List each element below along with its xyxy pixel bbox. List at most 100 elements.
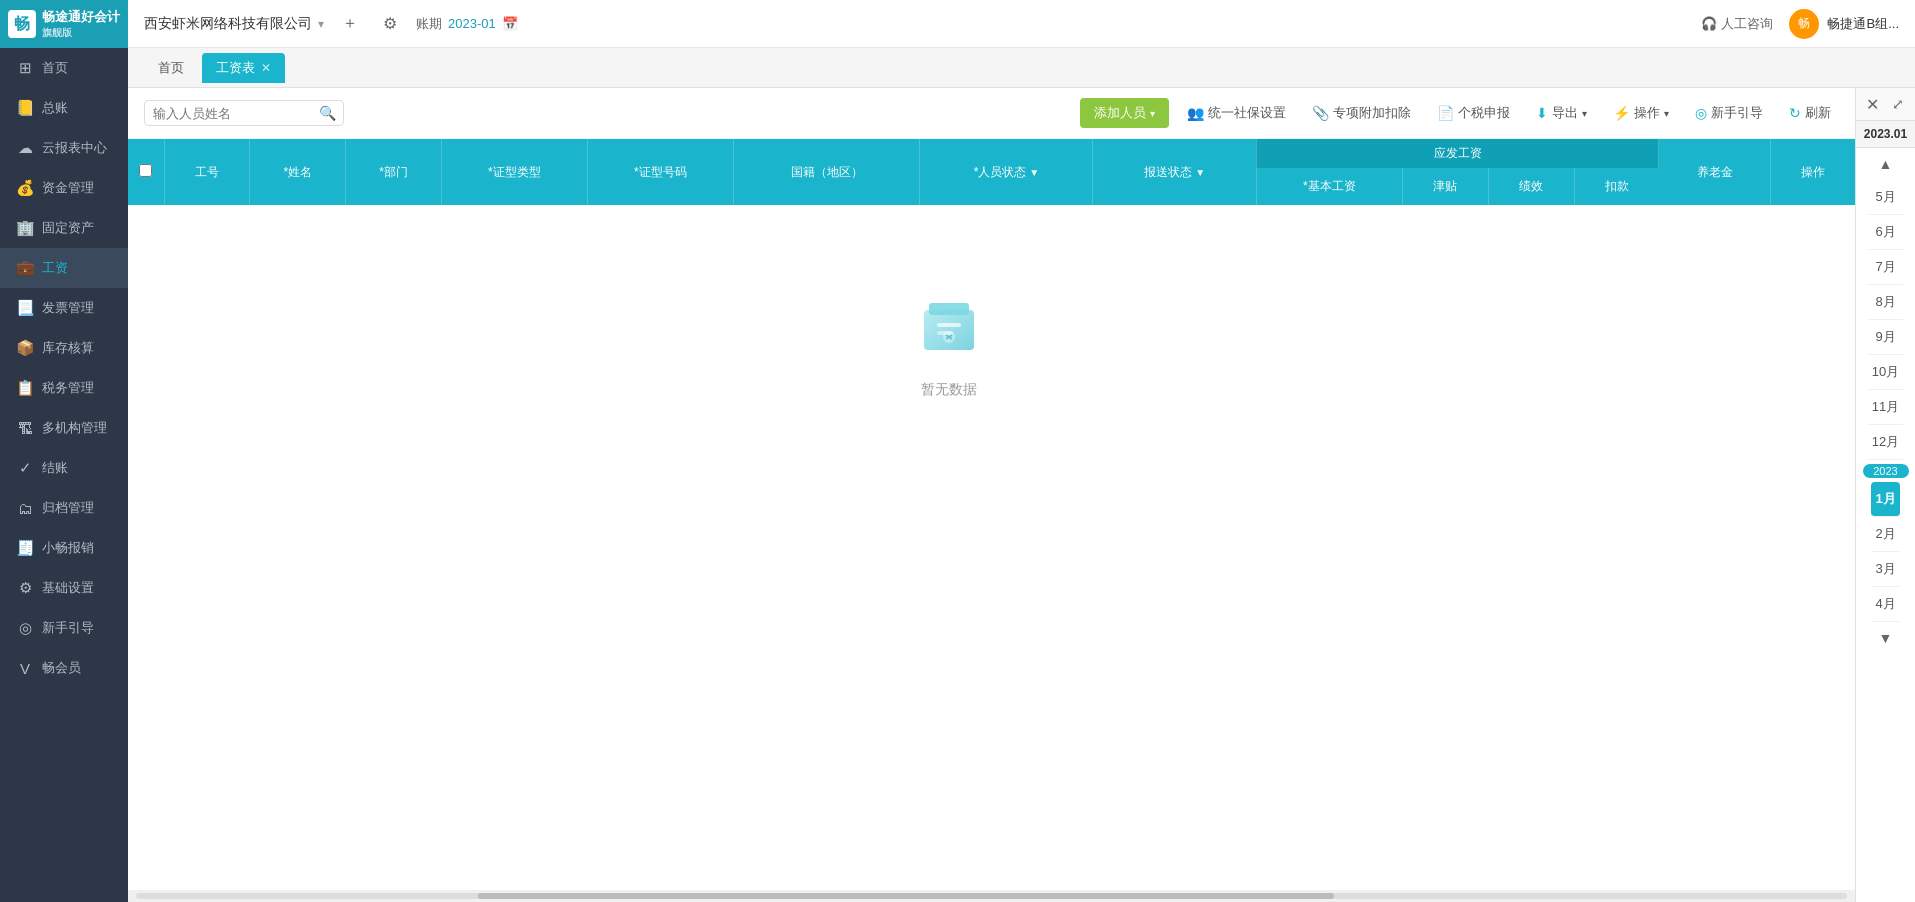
special-deduction-button[interactable]: 📎 专项附加扣除	[1304, 99, 1419, 127]
export-button[interactable]: ⬇ 导出 ▾	[1528, 99, 1595, 127]
guide-icon: ◎	[16, 619, 34, 637]
guide-icon: ◎	[1695, 105, 1707, 121]
sidebar-label-guide: 新手引导	[42, 619, 94, 637]
th-actions: 操作	[1770, 139, 1855, 205]
refresh-label: 刷新	[1805, 104, 1831, 122]
sidebar-item-cloud[interactable]: ☁ 云报表中心	[0, 128, 128, 168]
calendar-month-10月[interactable]: 10月	[1868, 355, 1903, 390]
service-button[interactable]: 🎧 人工咨询	[1701, 15, 1773, 33]
calendar-month-11月[interactable]: 11月	[1868, 390, 1903, 425]
personal-tax-button[interactable]: 📄 个税申报	[1429, 99, 1518, 127]
calendar-month-4月[interactable]: 4月	[1871, 587, 1899, 622]
sidebar-label-ledger: 总账	[42, 99, 68, 117]
sidebar-item-checkout[interactable]: ✓结账	[0, 448, 128, 488]
toolbar: 🔍 添加人员 ▾ 👥 统一社保设置 📎 专项附加扣除	[128, 88, 1855, 139]
svg-rect-1	[929, 303, 969, 315]
scrollbar-thumb[interactable]	[478, 893, 1334, 899]
expense-icon: 🧾	[16, 539, 34, 557]
operations-button[interactable]: ⚡ 操作 ▾	[1605, 99, 1677, 127]
refresh-button[interactable]: ↻ 刷新	[1781, 99, 1839, 127]
sidebar-label-invoice: 发票管理	[42, 299, 94, 317]
operations-arrow-icon: ▾	[1664, 108, 1669, 119]
sidebar-item-home[interactable]: ⊞首页	[0, 48, 128, 88]
tab-salary-table[interactable]: 工资表 ✕	[202, 53, 285, 83]
calendar-month-9月[interactable]: 9月	[1868, 320, 1903, 355]
panel-controls: ✕ ⤢	[1856, 88, 1915, 121]
horizontal-scrollbar[interactable]	[128, 890, 1855, 902]
calendar-month-6月[interactable]: 6月	[1868, 215, 1903, 250]
th-person-status: *人员状态 ▼	[920, 139, 1093, 205]
settings-icon[interactable]: ⚙	[376, 10, 404, 38]
salary-table: 工号 *姓名 *部门 *证型类型 *证型号码 国籍（地区） *人员状态 ▼	[128, 139, 1855, 479]
th-name: *姓名	[250, 139, 346, 205]
sidebar-item-inventory[interactable]: 📦库存核算	[0, 328, 128, 368]
operations-icon: ⚡	[1613, 105, 1630, 121]
guide-button[interactable]: ◎ 新手引导	[1687, 99, 1771, 127]
topbar: 西安虾米网络科技有限公司 ▾ ＋ ⚙ 账期 2023-01 📅 🎧 人工咨询 畅…	[128, 0, 1915, 48]
sidebar-item-tax[interactable]: 📋税务管理	[0, 368, 128, 408]
th-cert-type: *证型类型	[441, 139, 587, 205]
add-person-arrow-icon: ▾	[1150, 108, 1155, 119]
ledger-icon: 📒	[16, 99, 34, 117]
sidebar-item-funds[interactable]: 💰资金管理	[0, 168, 128, 208]
th-nationality: 国籍（地区）	[733, 139, 920, 205]
assets-icon: 🏢	[16, 219, 34, 237]
sidebar-label-multi: 多机构管理	[42, 419, 107, 437]
calendar-month-8月[interactable]: 8月	[1868, 285, 1903, 320]
sidebar-item-archive[interactable]: 🗂归档管理	[0, 488, 128, 528]
calendar-month-12月[interactable]: 12月	[1868, 425, 1903, 460]
page-body: 🔍 添加人员 ▾ 👥 统一社保设置 📎 专项附加扣除	[128, 88, 1855, 902]
panel-maximize-button[interactable]: ⤢	[1888, 92, 1910, 116]
logo-icon: 畅	[8, 10, 36, 38]
sidebar-item-salary[interactable]: 💼工资	[0, 248, 128, 288]
th-allowance: 津贴	[1402, 168, 1488, 205]
sidebar-item-assets[interactable]: 🏢 固定资产	[0, 208, 128, 248]
company-dropdown-arrow[interactable]: ▾	[318, 17, 324, 31]
topbar-right: 🎧 人工咨询 畅 畅捷通B组...	[1701, 9, 1899, 39]
tab-home[interactable]: 首页	[144, 53, 198, 83]
person-status-filter[interactable]: *人员状态 ▼	[974, 164, 1040, 181]
sidebar-item-invoice[interactable]: 📃发票管理	[0, 288, 128, 328]
social-security-button[interactable]: 👥 统一社保设置	[1179, 99, 1294, 127]
search-input[interactable]	[153, 106, 313, 121]
sidebar-item-ledger[interactable]: 📒 总账	[0, 88, 128, 128]
sidebar-item-multi[interactable]: 🏗多机构管理	[0, 408, 128, 448]
export-arrow-icon: ▾	[1582, 108, 1587, 119]
search-wrap[interactable]: 🔍	[144, 100, 344, 126]
calendar-icon[interactable]: 📅	[502, 16, 518, 31]
th-report-status: 报送状态 ▼	[1093, 139, 1256, 205]
th-id: 工号	[164, 139, 250, 205]
guide-label: 新手引导	[1711, 104, 1763, 122]
select-all-checkbox[interactable]	[139, 164, 152, 177]
empty-state: 暂无数据	[128, 205, 1770, 479]
cloud-icon: ☁	[16, 139, 34, 157]
calendar-up-arrow[interactable]: ▲	[1874, 152, 1898, 176]
sidebar-item-expense[interactable]: 🧾 小畅报销	[0, 528, 128, 568]
calendar-panel: ✕ ⤢ 2023.01 ▲ 5月6月7月8月9月10月11月12月 2023 1…	[1855, 88, 1915, 902]
sidebar-label-assets: 固定资产	[42, 219, 94, 237]
sidebar-label-home: 首页	[42, 59, 68, 77]
add-person-button[interactable]: 添加人员 ▾	[1080, 98, 1169, 128]
calendar-month-1月[interactable]: 1月	[1871, 482, 1899, 517]
calendar-down-arrow[interactable]: ▼	[1874, 626, 1898, 650]
report-status-filter[interactable]: 报送状态 ▼	[1144, 164, 1205, 181]
th-dept: *部门	[346, 139, 442, 205]
calendar-month-7月[interactable]: 7月	[1868, 250, 1903, 285]
sidebar-item-settings[interactable]: ⚙基础设置	[0, 568, 128, 608]
sidebar-label-checkout: 结账	[42, 459, 68, 477]
calendar-month-2月[interactable]: 2月	[1871, 517, 1899, 552]
tab-close-icon[interactable]: ✕	[261, 61, 271, 75]
sidebar-item-guide[interactable]: ◎ 新手引导	[0, 608, 128, 648]
panel-close-button[interactable]: ✕	[1862, 92, 1884, 116]
company-selector[interactable]: 西安虾米网络科技有限公司 ▾	[144, 15, 324, 33]
sidebar-label-cloud: 云报表中心	[42, 139, 107, 157]
calendar-year-badge: 2023	[1863, 464, 1909, 478]
archive-icon: 🗂	[16, 500, 34, 517]
th-checkbox	[128, 139, 164, 205]
calendar-month-3月[interactable]: 3月	[1871, 552, 1899, 587]
refresh-icon: ↻	[1789, 105, 1801, 121]
add-company-button[interactable]: ＋	[336, 10, 364, 38]
sidebar-label-expense: 小畅报销	[42, 539, 94, 557]
sidebar-item-member[interactable]: V畅会员	[0, 648, 128, 688]
calendar-month-5月[interactable]: 5月	[1868, 180, 1903, 215]
